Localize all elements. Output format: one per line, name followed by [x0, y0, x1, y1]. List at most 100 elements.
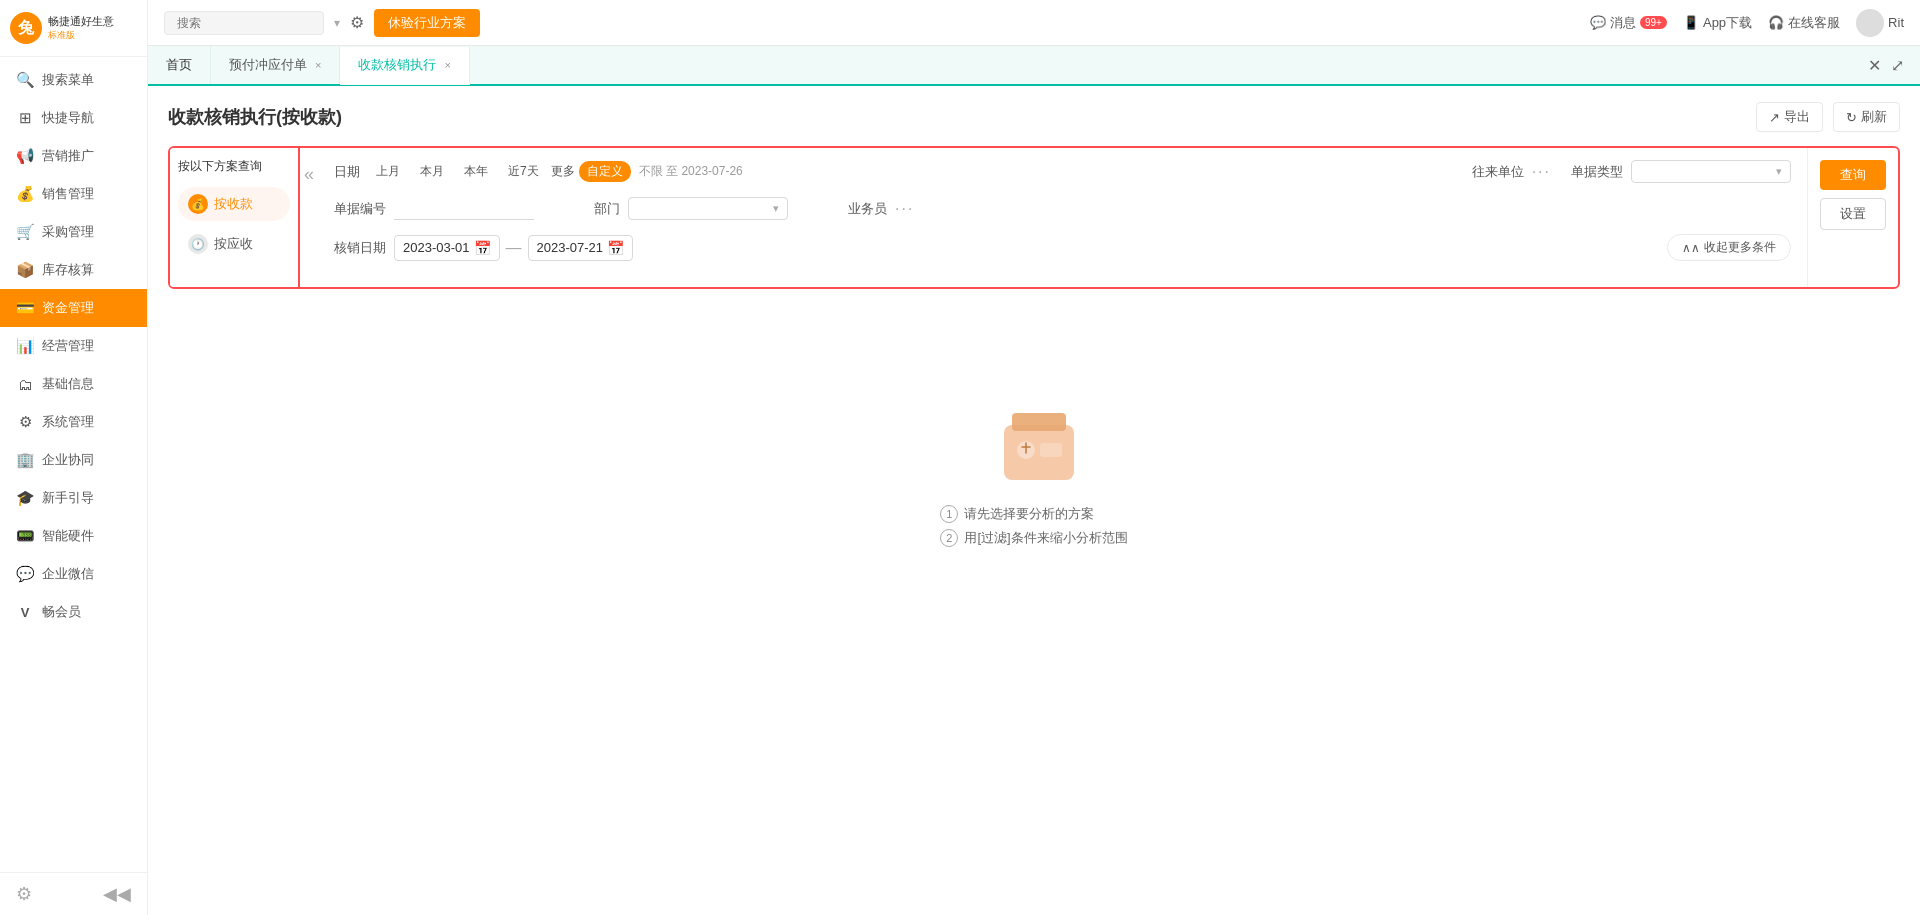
calendar-end-icon: 📅: [607, 240, 624, 256]
sidebar-nav: 🔍 搜索菜单 ⊞ 快捷导航 📢 营销推广 💰 销售管理 🛒 采购管理 📦 库存核…: [0, 57, 147, 872]
filter-actions: 查询 设置: [1807, 148, 1898, 287]
sidebar-item-purchase[interactable]: 🛒 采购管理: [0, 213, 147, 251]
tip-num-2: 2: [940, 529, 958, 547]
online-service-button[interactable]: 🎧 在线客服: [1768, 14, 1840, 32]
query-button[interactable]: 查询: [1820, 160, 1886, 190]
refresh-icon: ↻: [1846, 110, 1857, 125]
date-field: 日期 上月 本月 本年 近7天 更多 自定义 不限 至 2023-07-: [334, 161, 743, 182]
sidebar-item-system[interactable]: ⚙ 系统管理: [0, 403, 147, 441]
doc-no-input[interactable]: [394, 198, 534, 220]
sidebar-item-inventory[interactable]: 📦 库存核算: [0, 251, 147, 289]
svg-rect-0: [1004, 425, 1074, 480]
filter-panel: 按以下方案查询 💰 按收款 🕐 按应收 «: [168, 146, 1900, 289]
dept-field: 部门 ▾: [594, 197, 788, 220]
system-icon: ⚙: [16, 413, 34, 431]
dropdown-arrow-icon[interactable]: ▾: [334, 16, 340, 30]
doc-type-label: 单据类型: [1571, 163, 1623, 181]
member-icon: V: [16, 605, 34, 620]
mobile-icon: 📱: [1683, 15, 1699, 30]
sidebar-item-search[interactable]: 🔍 搜索菜单: [0, 61, 147, 99]
date-tab-last-month[interactable]: 上月: [368, 161, 408, 182]
sidebar-item-basic[interactable]: 🗂 基础信息: [0, 365, 147, 403]
svg-rect-3: [1040, 443, 1062, 457]
date-custom-tag[interactable]: 自定义: [579, 161, 631, 182]
sidebar-item-operations[interactable]: 📊 经营管理: [0, 327, 147, 365]
search-input[interactable]: [164, 11, 324, 35]
staff-field: 业务员 ···: [848, 200, 914, 218]
chevron-down-icon: ▾: [1776, 165, 1782, 178]
sidebar-item-hardware[interactable]: 📟 智能硬件: [0, 517, 147, 555]
counterparty-more-icon[interactable]: ···: [1532, 163, 1551, 181]
inventory-icon: 📦: [16, 261, 34, 279]
sidebar: 兔 畅捷通好生意 标准版 🔍 搜索菜单 ⊞ 快捷导航 📢 营销推广 💰 销售管理…: [0, 0, 148, 915]
close-tab-button[interactable]: ✕: [1868, 56, 1881, 75]
date-tabs: 上月 本月 本年 近7天 更多 自定义 不限 至 2023-07-26: [368, 161, 743, 182]
message-badge: 99+: [1640, 16, 1667, 29]
doc-type-select[interactable]: ▾: [1631, 160, 1791, 183]
message-button[interactable]: 💬 消息 99+: [1590, 14, 1667, 32]
collapse-filter-icon[interactable]: «: [300, 156, 318, 193]
page-actions: ↗ 导出 ↻ 刷新: [1756, 102, 1900, 132]
sidebar-item-wechat[interactable]: 💬 企业微信: [0, 555, 147, 593]
tab-home[interactable]: 首页: [148, 46, 211, 84]
app-download-button[interactable]: 📱 App下载: [1683, 14, 1752, 32]
writeoff-date-end-input[interactable]: 2023-07-21 📅: [528, 235, 634, 261]
date-tab-7days[interactable]: 近7天: [500, 161, 547, 182]
close-prepay-tab-icon[interactable]: ×: [315, 59, 321, 71]
user-profile[interactable]: Rit: [1856, 9, 1904, 37]
filter-form: 日期 上月 本月 本年 近7天 更多 自定义 不限 至 2023-07-: [318, 148, 1807, 287]
page-header: 收款核销执行(按收款) ↗ 导出 ↻ 刷新: [168, 102, 1900, 132]
dept-select[interactable]: ▾: [628, 197, 788, 220]
hardware-icon: 📟: [16, 527, 34, 545]
export-icon: ↗: [1769, 110, 1780, 125]
close-receipt-writeoff-tab-icon[interactable]: ×: [444, 59, 450, 71]
writeoff-date-label: 核销日期: [334, 239, 386, 257]
refresh-button[interactable]: ↻ 刷新: [1833, 102, 1900, 132]
date-tab-more[interactable]: 更多: [551, 163, 575, 180]
sidebar-item-marketing[interactable]: 📢 营销推广: [0, 137, 147, 175]
purchase-icon: 🛒: [16, 223, 34, 241]
solution-button[interactable]: 休验行业方案: [374, 9, 480, 37]
expand-tab-button[interactable]: ⤢: [1891, 56, 1904, 75]
sidebar-bottom: ⚙ ◀◀: [0, 872, 147, 915]
writeoff-date-start-input[interactable]: 2023-03-01 📅: [394, 235, 500, 261]
tab-prepay[interactable]: 预付冲应付单 ×: [211, 46, 340, 84]
filter-option-by-payable[interactable]: 🕐 按应收: [178, 227, 290, 261]
doc-type-field: 单据类型 ▾: [1571, 160, 1791, 183]
tip-num-1: 1: [940, 505, 958, 523]
date-tab-this-month[interactable]: 本月: [412, 161, 452, 182]
collapse-more-button[interactable]: ∧∧ 收起更多条件: [1667, 234, 1791, 261]
wechat-icon: 💬: [16, 565, 34, 583]
staff-label: 业务员: [848, 200, 887, 218]
staff-more-icon[interactable]: ···: [895, 200, 914, 218]
message-icon: 💬: [1590, 15, 1606, 30]
sidebar-item-corp[interactable]: 🏢 企业协同: [0, 441, 147, 479]
empty-tips: 1 请先选择要分析的方案 2 用[过滤]条件来缩小分析范围: [940, 505, 1127, 547]
sidebar-item-guide[interactable]: 🎓 新手引导: [0, 479, 147, 517]
export-button[interactable]: ↗ 导出: [1756, 102, 1823, 132]
sidebar-item-quicknav[interactable]: ⊞ 快捷导航: [0, 99, 147, 137]
settings-button[interactable]: 设置: [1820, 198, 1886, 230]
app-logo: 兔 畅捷通好生意 标准版: [0, 0, 147, 57]
sidebar-item-sales[interactable]: 💰 销售管理: [0, 175, 147, 213]
search-icon: 🔍: [16, 71, 34, 89]
avatar: [1856, 9, 1884, 37]
settings-icon[interactable]: ⚙: [16, 883, 32, 905]
empty-illustration: [984, 385, 1084, 485]
sidebar-item-finance[interactable]: 💳 资金管理: [0, 289, 147, 327]
filter-option-by-receipt[interactable]: 💰 按收款: [178, 187, 290, 221]
doc-no-field: 单据编号: [334, 198, 534, 220]
gear-icon[interactable]: ⚙: [350, 13, 364, 32]
counterparty-field: 往来单位 ···: [1472, 163, 1551, 181]
collapse-sidebar-icon[interactable]: ◀◀: [103, 883, 131, 905]
sidebar-item-member[interactable]: V 畅会员: [0, 593, 147, 631]
corp-icon: 🏢: [16, 451, 34, 469]
tab-receipt-writeoff[interactable]: 收款核销执行 ×: [340, 47, 469, 85]
app-name: 畅捷通好生意: [48, 14, 114, 29]
top-header: ▾ ⚙ 休验行业方案 💬 消息 99+ 📱 App下载 🎧 在线客服 Rit: [148, 0, 1920, 46]
date-tab-this-year[interactable]: 本年: [456, 161, 496, 182]
date-range-text: 不限 至 2023-07-26: [639, 163, 743, 180]
header-left: ▾ ⚙ 休验行业方案: [164, 9, 480, 37]
guide-icon: 🎓: [16, 489, 34, 507]
empty-svg: [984, 385, 1094, 495]
